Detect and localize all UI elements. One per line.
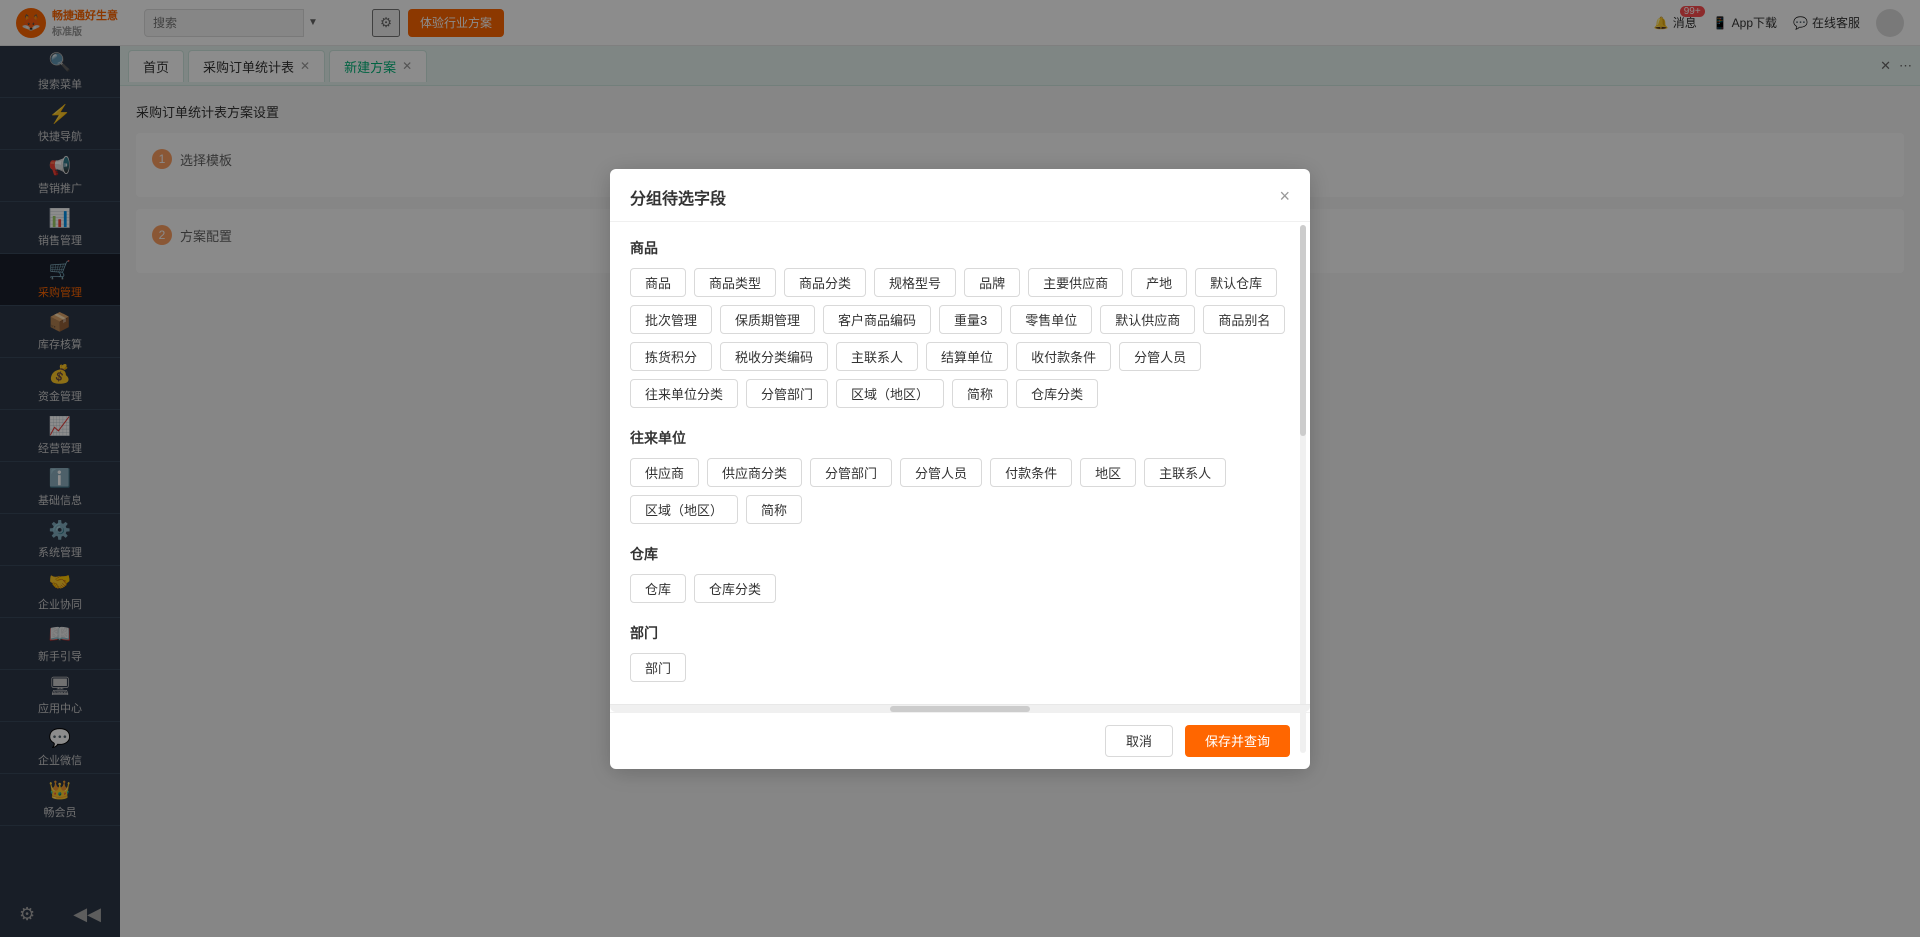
field-tag-0-25[interactable]: 仓库分类 (1016, 379, 1098, 408)
field-group-title-1: 往来单位 (630, 428, 1290, 448)
field-tag-3-0[interactable]: 部门 (630, 653, 686, 682)
field-tag-0-10[interactable]: 客户商品编码 (823, 305, 931, 334)
field-tag-0-20[interactable]: 分管人员 (1119, 342, 1201, 371)
field-group-title-3: 部门 (630, 623, 1290, 643)
modal-title: 分组待选字段 (630, 185, 726, 209)
field-tag-0-22[interactable]: 分管部门 (746, 379, 828, 408)
field-tag-0-5[interactable]: 主要供应商 (1028, 268, 1123, 297)
field-tag-0-0[interactable]: 商品 (630, 268, 686, 297)
field-tag-0-8[interactable]: 批次管理 (630, 305, 712, 334)
field-tag-0-2[interactable]: 商品分类 (784, 268, 866, 297)
field-tag-1-2[interactable]: 分管部门 (810, 458, 892, 487)
field-tag-0-23[interactable]: 区域（地区） (836, 379, 944, 408)
modal-close-button[interactable]: × (1279, 186, 1290, 207)
field-group-title-2: 仓库 (630, 544, 1290, 564)
field-tags-1: 供应商供应商分类分管部门分管人员付款条件地区主联系人区域（地区） 简称 (630, 458, 1290, 524)
field-tag-0-13[interactable]: 默认供应商 (1100, 305, 1195, 334)
field-tag-0-15[interactable]: 拣货积分 (630, 342, 712, 371)
modal-vscroll-thumb (1300, 225, 1306, 436)
field-tag-0-11[interactable]: 重量3 (939, 305, 1002, 334)
field-tag-1-1[interactable]: 供应商分类 (707, 458, 802, 487)
field-tags-0: 商品商品类型商品分类规格型号品牌主要供应商产地默认仓库批次管理保质期管理客户商品… (630, 268, 1290, 408)
field-group-title-0: 商品 (630, 238, 1290, 258)
field-group-1: 往来单位供应商供应商分类分管部门分管人员付款条件地区主联系人区域（地区） 简称 (630, 428, 1290, 524)
field-group-0: 商品商品商品类型商品分类规格型号品牌主要供应商产地默认仓库批次管理保质期管理客户… (630, 238, 1290, 408)
field-tags-3: 部门 (630, 653, 1290, 682)
field-group-2: 仓库仓库仓库分类 (630, 544, 1290, 603)
field-tag-1-0[interactable]: 供应商 (630, 458, 699, 487)
field-tag-0-12[interactable]: 零售单位 (1010, 305, 1092, 334)
field-tags-2: 仓库仓库分类 (630, 574, 1290, 603)
save-button[interactable]: 保存并查询 (1185, 725, 1290, 757)
field-group-3: 部门部门 (630, 623, 1290, 682)
field-tag-0-14[interactable]: 商品别名 (1203, 305, 1285, 334)
field-tag-0-19[interactable]: 收付款条件 (1016, 342, 1111, 371)
field-tag-1-7[interactable]: 区域（地区） (630, 495, 738, 524)
field-tag-0-21[interactable]: 往来单位分类 (630, 379, 738, 408)
modal: 分组待选字段 × 商品商品商品类型商品分类规格型号品牌主要供应商产地默认仓库批次… (610, 169, 1310, 769)
field-tag-1-4[interactable]: 付款条件 (990, 458, 1072, 487)
modal-hscroll[interactable] (610, 704, 1310, 712)
field-tag-0-1[interactable]: 商品类型 (694, 268, 776, 297)
field-tag-0-17[interactable]: 主联系人 (836, 342, 918, 371)
modal-header: 分组待选字段 × (610, 169, 1310, 222)
cancel-button[interactable]: 取消 (1105, 725, 1173, 757)
field-tag-0-16[interactable]: 税收分类编码 (720, 342, 828, 371)
field-tag-0-7[interactable]: 默认仓库 (1195, 268, 1277, 297)
field-tag-1-6[interactable]: 主联系人 (1144, 458, 1226, 487)
field-tag-1-3[interactable]: 分管人员 (900, 458, 982, 487)
modal-hscroll-thumb (890, 706, 1030, 712)
modal-vscroll[interactable] (1300, 225, 1306, 753)
field-tag-2-0[interactable]: 仓库 (630, 574, 686, 603)
field-tag-0-6[interactable]: 产地 (1131, 268, 1187, 297)
modal-footer: 取消 保存并查询 (610, 712, 1310, 769)
field-tag-0-4[interactable]: 品牌 (964, 268, 1020, 297)
field-tag-2-1[interactable]: 仓库分类 (694, 574, 776, 603)
field-tag-0-9[interactable]: 保质期管理 (720, 305, 815, 334)
field-tag-0-3[interactable]: 规格型号 (874, 268, 956, 297)
field-tag-1-8[interactable]: 简称 (746, 495, 802, 524)
modal-body: 商品商品商品类型商品分类规格型号品牌主要供应商产地默认仓库批次管理保质期管理客户… (610, 222, 1310, 704)
field-tag-0-24[interactable]: 简称 (952, 379, 1008, 408)
field-tag-1-5[interactable]: 地区 (1080, 458, 1136, 487)
field-tag-0-18[interactable]: 结算单位 (926, 342, 1008, 371)
